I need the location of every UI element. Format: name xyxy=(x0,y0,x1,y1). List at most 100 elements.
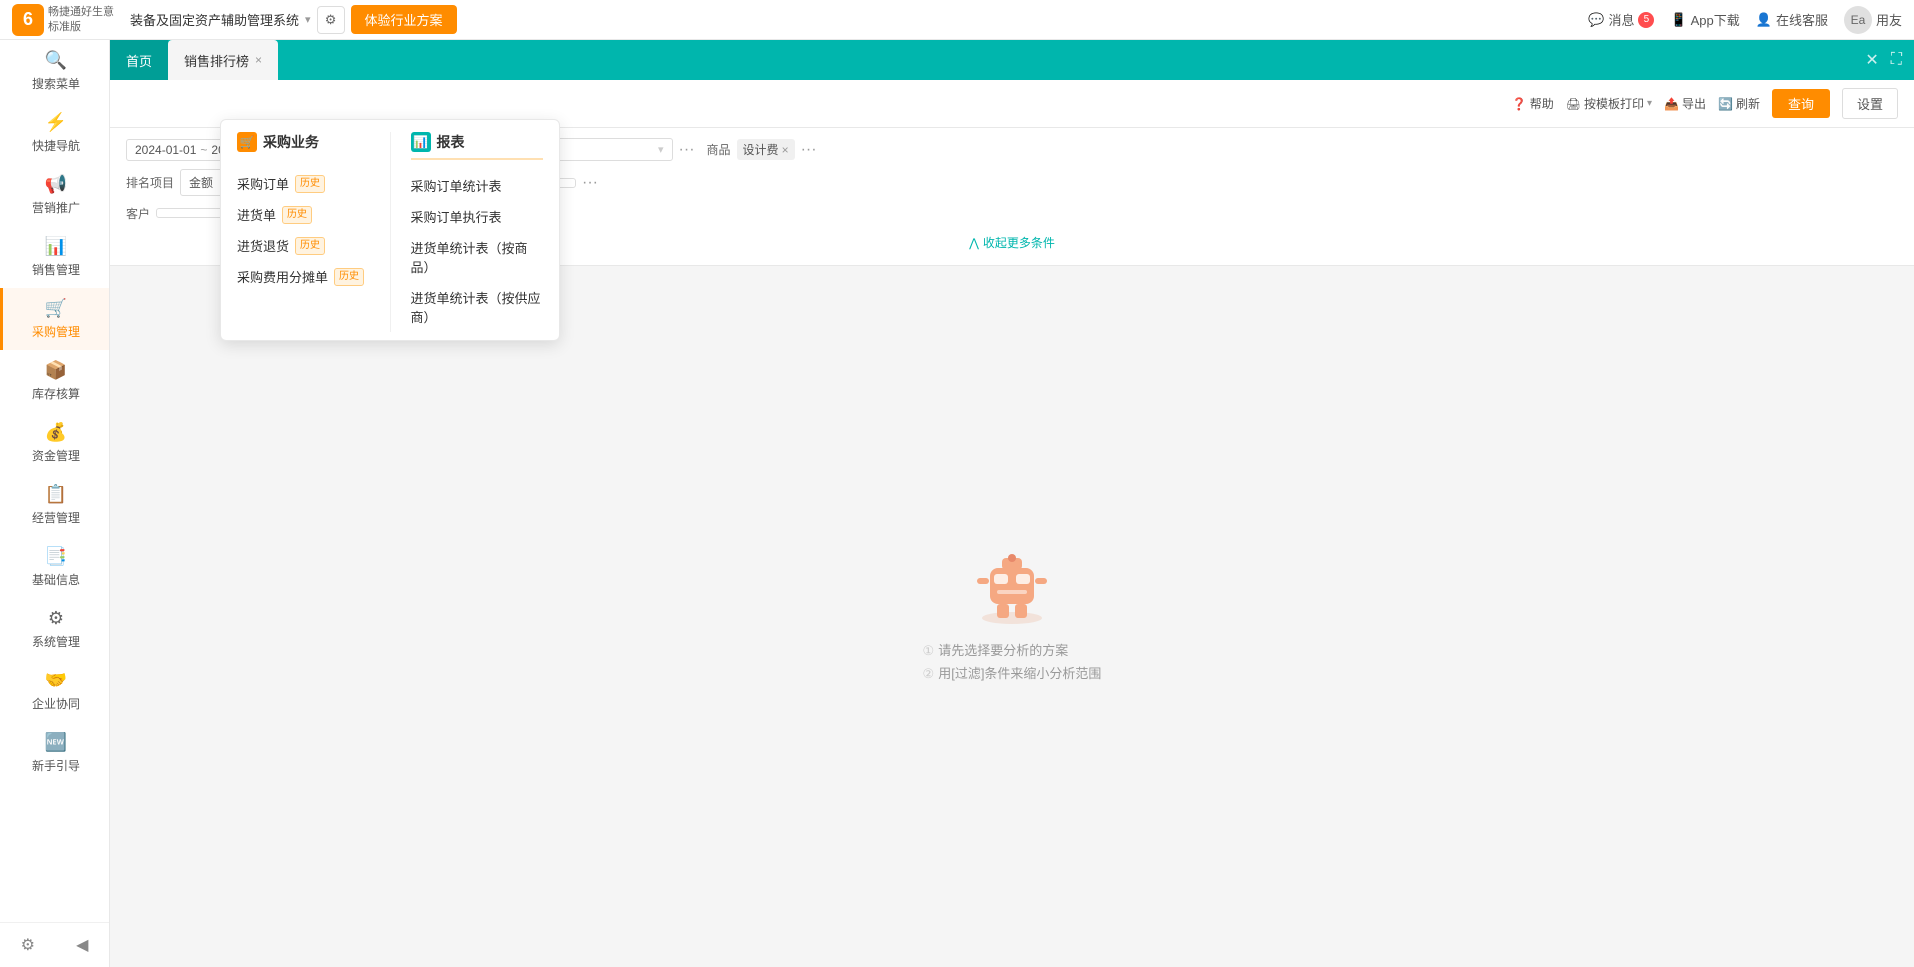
customer-label: 客户 xyxy=(126,205,150,222)
goods-label: 商品 xyxy=(707,141,731,158)
purchase-icon: 🛒 xyxy=(45,298,67,319)
app-download-action[interactable]: 📱 App下载 xyxy=(1670,10,1739,29)
dropdown-divider xyxy=(390,132,391,332)
dropdown-columns: 🛒 采购业务 采购订单 历史 进货单 历史 进货退货 历史 xyxy=(221,132,559,332)
hist-badge-goods-receipt: 历史 xyxy=(282,206,312,224)
industry-btn[interactable]: 体验行业方案 xyxy=(351,5,457,34)
menu-item-goods-stats-supplier[interactable]: 进货单统计表（按供应商） xyxy=(411,282,544,332)
sidebar-item-sales[interactable]: 📊 销售管理 xyxy=(0,226,109,288)
voucher-status-more[interactable]: ··· xyxy=(679,141,695,159)
sidebar-collapse-btn[interactable]: ◀ xyxy=(72,931,92,959)
goods-tag: 设计费 × xyxy=(737,139,795,160)
sidebar-item-operations[interactable]: 📋 经营管理 xyxy=(0,474,109,536)
user-action[interactable]: Ea 用友 xyxy=(1844,6,1902,34)
finance-icon: 💰 xyxy=(45,422,67,443)
sidebar-item-search[interactable]: 🔍 搜索菜单 xyxy=(0,40,109,102)
sidebar-item-quick-nav[interactable]: ⚡ 快捷导航 xyxy=(0,102,109,164)
quick-nav-icon: ⚡ xyxy=(45,112,67,133)
export-action[interactable]: 📤 导出 xyxy=(1664,95,1706,112)
goods-more[interactable]: ··· xyxy=(801,141,817,159)
enterprise-icon: 🤝 xyxy=(45,670,67,691)
help-icon: ❓ xyxy=(1512,97,1527,111)
export-icon: 📤 xyxy=(1664,97,1679,111)
sidebar-label-sales: 销售管理 xyxy=(32,261,80,278)
rank-item-label: 排名项目 xyxy=(126,174,174,191)
purchase-dropdown-menu: 🛒 采购业务 采购订单 历史 进货单 历史 进货退货 历史 xyxy=(220,119,560,341)
app-body: 🔍 搜索菜单 ⚡ 快捷导航 📢 营销推广 📊 销售管理 🛒 采购管理 📦 库存核… xyxy=(0,40,1914,967)
sidebar-item-guide[interactable]: 🆕 新手引导 xyxy=(0,722,109,784)
logo: 6 畅捷通好生意 标准版 xyxy=(12,4,122,36)
purchase-col: 🛒 采购业务 采购订单 历史 进货单 历史 进货退货 历史 xyxy=(221,132,386,332)
sidebar-item-system[interactable]: ⚙ 系统管理 xyxy=(0,598,109,660)
sidebar-item-finance[interactable]: 💰 资金管理 xyxy=(0,412,109,474)
message-action[interactable]: 💬 消息 5 xyxy=(1588,10,1654,29)
sidebar-settings-btn[interactable]: ⚙ xyxy=(17,931,39,959)
sales-icon: 📊 xyxy=(45,236,67,257)
purchase-col-title: 🛒 采购业务 xyxy=(237,132,370,158)
report-col-icon: 📊 xyxy=(411,132,431,152)
settings-icon-btn[interactable]: ⚙ xyxy=(317,6,345,34)
print-dropdown-icon[interactable]: ▾ xyxy=(1647,98,1652,109)
print-icon: 🖨 xyxy=(1566,97,1581,111)
help-action[interactable]: ❓ 帮助 xyxy=(1512,95,1554,112)
tab-sales-rank[interactable]: 销售排行榜 × xyxy=(168,40,278,80)
goods-tag-close[interactable]: × xyxy=(782,143,789,157)
settings-button[interactable]: 设置 xyxy=(1842,88,1898,119)
print-action[interactable]: 🖨 按模板打印 ▾ xyxy=(1566,95,1652,112)
date-start: 2024-01-01 xyxy=(135,143,196,157)
tab-sales-rank-label: 销售排行榜 xyxy=(184,51,249,70)
goods-tag-text: 设计费 xyxy=(743,141,779,158)
system-title: 装备及固定资产辅助管理系统 xyxy=(130,10,299,29)
purchase-col-icon: 🛒 xyxy=(237,132,257,152)
sidebar-label-purchase: 采购管理 xyxy=(32,323,80,340)
online-service-action[interactable]: 👤 在线客服 xyxy=(1756,10,1828,29)
collapse-filter-btn[interactable]: ⋀ 收起更多条件 xyxy=(969,234,1055,251)
avatar: Ea xyxy=(1844,6,1872,34)
sidebar-item-basic[interactable]: 📑 基础信息 xyxy=(0,536,109,598)
refresh-icon: 🔄 xyxy=(1718,97,1733,111)
tab-close-btn[interactable]: ✕ xyxy=(1861,48,1882,72)
tab-maximize-btn[interactable]: ⛶ xyxy=(1887,49,1906,71)
sidebar-label-quick-nav: 快捷导航 xyxy=(32,137,80,154)
menu-item-purchase-order[interactable]: 采购订单 历史 xyxy=(237,168,370,199)
system-icon: ⚙ xyxy=(48,608,64,629)
sidebar-label-basic: 基础信息 xyxy=(32,571,80,588)
menu-item-goods-return[interactable]: 进货退货 历史 xyxy=(237,230,370,261)
report-col-title: 📊 报表 xyxy=(411,132,544,160)
phone-icon: 📱 xyxy=(1670,12,1686,28)
refresh-action[interactable]: 🔄 刷新 xyxy=(1718,95,1760,112)
message-icon: 💬 xyxy=(1588,12,1604,28)
menu-item-goods-receipt[interactable]: 进货单 历史 xyxy=(237,199,370,230)
empty-illustration xyxy=(962,548,1062,628)
tab-close-icon[interactable]: × xyxy=(255,53,262,67)
hist-badge-purchase-expense: 历史 xyxy=(334,268,364,286)
report-col: 📊 报表 采购订单统计表 采购订单执行表 进货单统计表（按商品） 进货单统计表（… xyxy=(395,132,560,332)
service-icon: 👤 xyxy=(1756,12,1772,28)
dropdown-arrow-icon[interactable]: ▾ xyxy=(305,13,311,26)
menu-item-po-exec[interactable]: 采购订单执行表 xyxy=(411,201,544,232)
tab-home-label: 首页 xyxy=(126,51,152,70)
menu-item-goods-stats-goods[interactable]: 进货单统计表（按商品） xyxy=(411,232,544,282)
salesperson-more[interactable]: ··· xyxy=(582,174,598,192)
empty-hints: ①请先选择要分析的方案 ②用[过滤]条件来缩小分析范围 xyxy=(923,640,1102,686)
sidebar-label-system: 系统管理 xyxy=(32,633,80,650)
tab-home[interactable]: 首页 xyxy=(110,40,168,80)
sidebar-item-inventory[interactable]: 📦 库存核算 xyxy=(0,350,109,412)
hist-badge-goods-return: 历史 xyxy=(295,237,325,255)
menu-item-po-stats[interactable]: 采购订单统计表 xyxy=(411,170,544,201)
sidebar-item-marketing[interactable]: 📢 营销推广 xyxy=(0,164,109,226)
sidebar-bottom: ⚙ ◀ xyxy=(0,922,109,967)
sidebar-item-enterprise[interactable]: 🤝 企业协同 xyxy=(0,660,109,722)
main-content: 首页 销售排行榜 × ✕ ⛶ ❓ 帮助 🖨 按模板打印 xyxy=(110,40,1914,967)
hist-badge-purchase-order: 历史 xyxy=(295,175,325,193)
menu-item-purchase-expense[interactable]: 采购费用分摊单 历史 xyxy=(237,261,370,292)
guide-icon: 🆕 xyxy=(45,732,67,753)
collapse-icon: ⋀ xyxy=(969,236,979,250)
basic-icon: 📑 xyxy=(45,546,67,567)
sidebar-label-finance: 资金管理 xyxy=(32,447,80,464)
empty-state: ①请先选择要分析的方案 ②用[过滤]条件来缩小分析范围 xyxy=(110,266,1914,967)
query-button[interactable]: 查询 xyxy=(1772,89,1830,118)
top-nav: 6 畅捷通好生意 标准版 装备及固定资产辅助管理系统 ▾ ⚙ 体验行业方案 💬 … xyxy=(0,0,1914,40)
status-select-arrow: ▾ xyxy=(658,143,664,156)
sidebar-item-purchase[interactable]: 🛒 采购管理 xyxy=(0,288,109,350)
